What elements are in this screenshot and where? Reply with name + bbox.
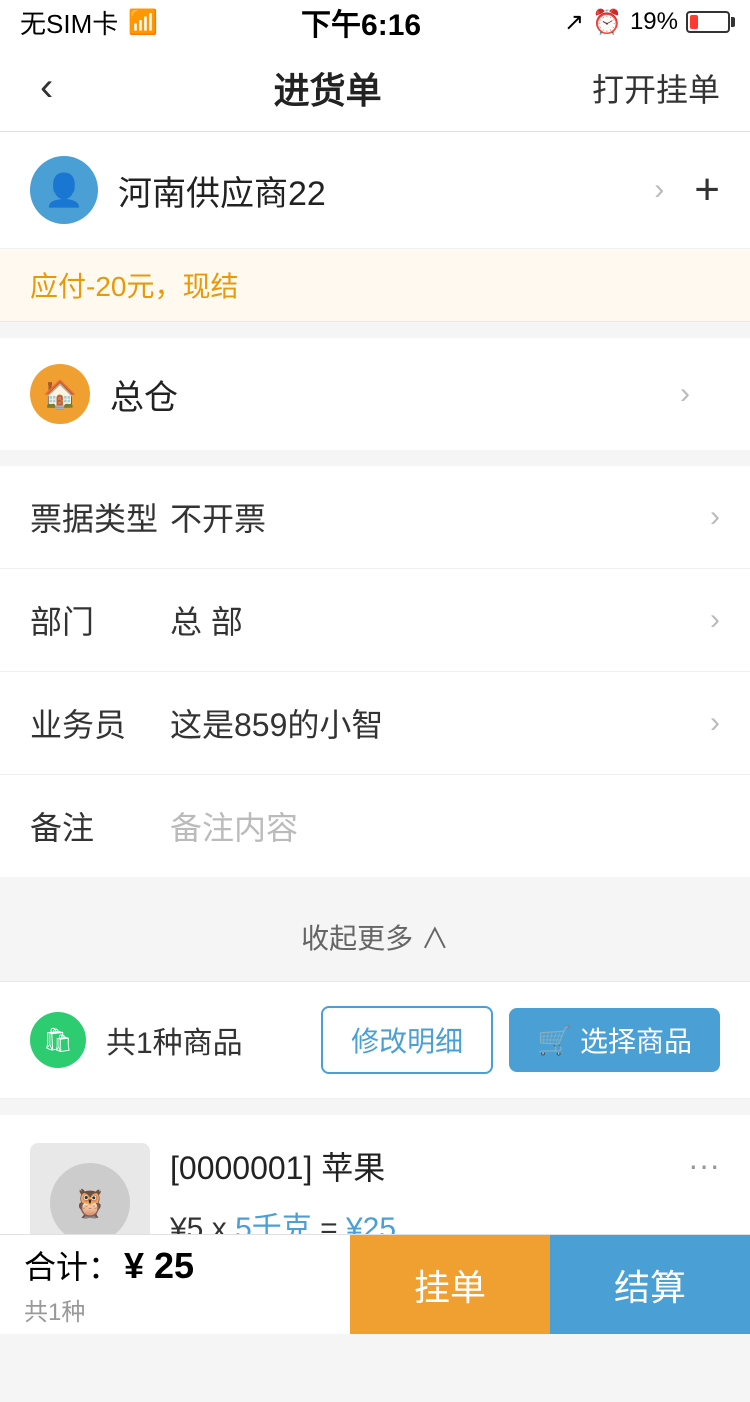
- products-count: 共1种商品: [106, 1018, 321, 1062]
- more-icon: ···: [688, 1147, 720, 1184]
- hang-label: 挂单: [414, 1259, 486, 1311]
- cart-icon: 🛒: [537, 1024, 572, 1057]
- warehouse-row[interactable]: 🏠 总仓 ›: [0, 338, 750, 450]
- status-bar: 无SIM卡 📶 下午6:16 ↗ ⏰ 19%: [0, 0, 750, 44]
- product-name: [0000001] 苹果: [170, 1143, 668, 1189]
- bag-icon: 🛍: [43, 1026, 73, 1055]
- battery-pct: 19%: [630, 8, 678, 36]
- supplier-chevron-icon: ›: [654, 173, 664, 207]
- collapse-label: 收起更多 ∧: [301, 917, 449, 957]
- form-section: 票据类型 不开票 › 部门 总 部 › 业务员 这是859的小智 › 备注 备注…: [0, 466, 750, 877]
- status-time: 下午6:16: [301, 0, 421, 44]
- total-amount: ¥ 25: [124, 1245, 194, 1287]
- notice-text: 应付-20元，现结: [30, 271, 238, 302]
- location-icon: ↗: [564, 8, 584, 37]
- total-section: 合计： ¥ 25 共1种: [0, 1235, 350, 1334]
- warehouse-name: 总仓: [110, 370, 680, 419]
- total-label: 合计：: [24, 1242, 120, 1288]
- warehouse-home-icon: 🏠: [43, 378, 78, 411]
- dept-row[interactable]: 部门 总 部 ›: [0, 569, 750, 672]
- salesperson-chevron-icon: ›: [710, 706, 720, 740]
- salesperson-row[interactable]: 业务员 这是859的小智 ›: [0, 672, 750, 775]
- warehouse-section[interactable]: 🏠 总仓 ›: [0, 338, 750, 450]
- status-left: 无SIM卡 📶: [20, 4, 158, 41]
- alarm-icon: ⏰: [592, 8, 622, 37]
- supplier-section: 👤 河南供应商22 › + 应付-20元，现结: [0, 132, 750, 322]
- remark-row[interactable]: 备注 备注内容: [0, 775, 750, 877]
- owl-icon: 🦉: [73, 1187, 108, 1220]
- checkout-label: 结算: [614, 1259, 686, 1311]
- edit-detail-button[interactable]: 修改明细: [321, 1006, 493, 1074]
- product-info: [0000001] 苹果 ¥5 x 5千克 = ¥25: [170, 1143, 668, 1247]
- carrier-text: 无SIM卡: [20, 4, 118, 41]
- warehouse-icon: 🏠: [30, 364, 90, 424]
- products-header: 🛍 共1种商品 修改明细 🛒 选择商品: [0, 982, 750, 1099]
- status-right: ↗ ⏰ 19%: [564, 8, 730, 37]
- dept-chevron-icon: ›: [710, 603, 720, 637]
- supplier-row[interactable]: 👤 河南供应商22 › +: [0, 132, 750, 249]
- invoice-row[interactable]: 票据类型 不开票 ›: [0, 466, 750, 569]
- checkout-button[interactable]: 结算: [550, 1235, 750, 1334]
- products-icon: 🛍: [30, 1012, 86, 1068]
- collapse-row[interactable]: 收起更多 ∧: [0, 893, 750, 982]
- invoice-value: 不开票: [160, 494, 710, 540]
- invoice-chevron-icon: ›: [710, 500, 720, 534]
- salesperson-label: 业务员: [30, 700, 160, 746]
- product-title-text: 苹果: [321, 1150, 385, 1186]
- avatar-icon: 👤: [44, 171, 84, 209]
- product-logo: 🦉: [50, 1163, 130, 1243]
- wifi-icon: 📶: [128, 8, 158, 37]
- select-product-button[interactable]: 🛒 选择商品: [509, 1008, 720, 1072]
- dept-label: 部门: [30, 597, 160, 643]
- product-more-button[interactable]: ···: [688, 1143, 720, 1188]
- remark-value[interactable]: 备注内容: [160, 803, 720, 849]
- open-pending-button[interactable]: 打开挂单: [592, 65, 720, 111]
- products-section: 🛍 共1种商品 修改明细 🛒 选择商品: [0, 982, 750, 1099]
- remark-label: 备注: [30, 803, 160, 849]
- battery-icon: [686, 11, 730, 33]
- supplier-avatar: 👤: [30, 156, 98, 224]
- notice-bar: 应付-20元，现结: [0, 249, 750, 322]
- select-btn-label: 选择商品: [580, 1020, 692, 1060]
- add-button[interactable]: +: [694, 165, 720, 215]
- page-title: 进货单: [274, 62, 382, 114]
- warehouse-chevron-icon: ›: [680, 377, 690, 411]
- salesperson-value: 这是859的小智: [160, 700, 710, 746]
- hang-button[interactable]: 挂单: [350, 1235, 550, 1334]
- product-code: [0000001]: [170, 1150, 312, 1186]
- total-count: 共1种: [24, 1292, 326, 1327]
- nav-bar: ‹ 进货单 打开挂单: [0, 44, 750, 132]
- dept-value: 总 部: [160, 597, 710, 643]
- content: 👤 河南供应商22 › + 应付-20元，现结 🏠 总仓 › 票据类型 不开票 …: [0, 132, 750, 1402]
- invoice-label: 票据类型: [30, 494, 160, 540]
- back-button[interactable]: ‹: [30, 55, 63, 120]
- supplier-name: 河南供应商22: [118, 166, 654, 215]
- bottom-bar: 合计： ¥ 25 共1种 挂单 结算: [0, 1234, 750, 1334]
